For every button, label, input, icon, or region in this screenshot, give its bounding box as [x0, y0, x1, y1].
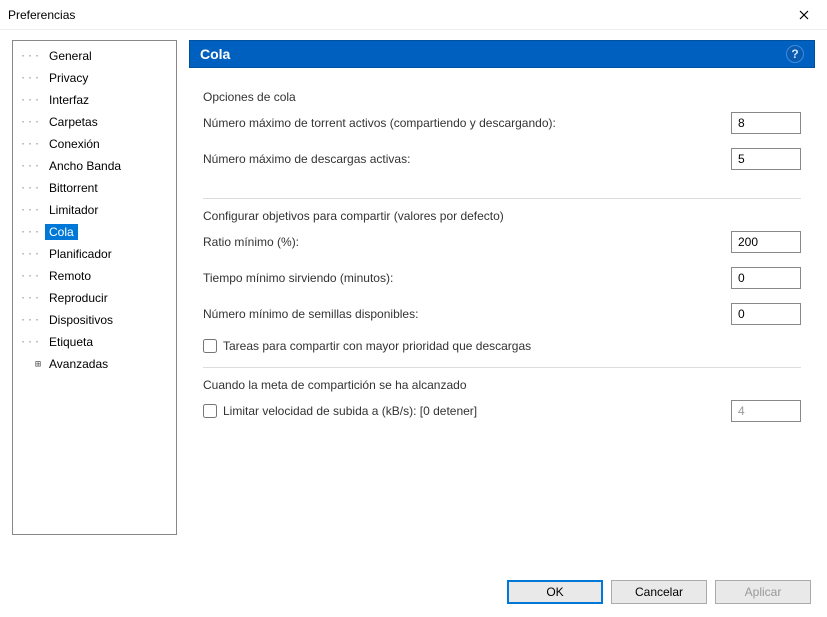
sidebar-item-planificador[interactable]: ··· Planificador: [13, 243, 176, 265]
sidebar-item-reproducir[interactable]: ··· Reproducir: [13, 287, 176, 309]
sidebar-item-ancho-banda[interactable]: ··· Ancho Banda: [13, 155, 176, 177]
tree-connector-icon: ···: [19, 73, 41, 84]
sidebar-item-label: Bittorrent: [45, 180, 102, 196]
sidebar-item-label: Avanzadas: [45, 356, 112, 372]
sidebar-item-label: Ancho Banda: [45, 158, 125, 174]
preferences-window: Preferencias ··· General ··· Privacy ··· Inte…: [0, 0, 827, 617]
group-title-goal: Cuando la meta de compartición se ha alc…: [203, 378, 801, 392]
expand-icon[interactable]: ⊞: [19, 359, 41, 370]
max-active-label: Número máximo de torrent activos (compar…: [203, 116, 731, 130]
max-downloads-input[interactable]: [731, 148, 801, 170]
panel-header: Cola ?: [189, 40, 815, 68]
priority-label: Tareas para compartir con mayor priorida…: [223, 339, 531, 353]
sidebar-item-label: Cola: [45, 224, 78, 240]
tree-connector-icon: ···: [19, 51, 41, 62]
sidebar-item-label: Remoto: [45, 268, 95, 284]
sidebar-item-limitador[interactable]: ··· Limitador: [13, 199, 176, 221]
sidebar-item-label: Dispositivos: [45, 312, 117, 328]
tree-connector-icon: ···: [19, 205, 41, 216]
close-icon[interactable]: [789, 0, 819, 30]
sidebar-item-cola[interactable]: ··· Cola: [13, 221, 176, 243]
content-area: ··· General ··· Privacy ··· Interfaz ··· Carpet…: [0, 30, 827, 567]
tree-connector-icon: ···: [19, 95, 41, 106]
limit-upload-label: Limitar velocidad de subida a (kB/s): [0…: [223, 404, 725, 418]
sidebar-item-label: Limitador: [45, 202, 102, 218]
sidebar-item-label: Conexión: [45, 136, 104, 152]
tree-connector-icon: ···: [19, 183, 41, 194]
sidebar-item-label: Privacy: [45, 70, 92, 86]
sidebar-item-bittorrent[interactable]: ··· Bittorrent: [13, 177, 176, 199]
sidebar-item-label: Planificador: [45, 246, 116, 262]
tree-connector-icon: ···: [19, 161, 41, 172]
tree-connector-icon: ···: [19, 227, 41, 238]
panel-title: Cola: [200, 46, 230, 62]
sidebar-item-etiqueta[interactable]: ··· Etiqueta: [13, 331, 176, 353]
priority-checkbox[interactable]: [203, 339, 217, 353]
sidebar-item-carpetas[interactable]: ··· Carpetas: [13, 111, 176, 133]
max-active-input[interactable]: [731, 112, 801, 134]
tree-connector-icon: ···: [19, 249, 41, 260]
limit-upload-input: [731, 400, 801, 422]
ratio-label: Ratio mínimo (%):: [203, 235, 731, 249]
group-title-seeding: Configurar objetivos para compartir (val…: [203, 209, 801, 223]
group-queue-options: Opciones de cola Número máximo de torren…: [203, 80, 801, 199]
main-panel: Cola ? Opciones de cola Número máximo de…: [189, 40, 815, 567]
sidebar-item-privacy[interactable]: ··· Privacy: [13, 67, 176, 89]
panel-body: Opciones de cola Número máximo de torren…: [189, 68, 815, 462]
min-seeds-input[interactable]: [731, 303, 801, 325]
tree-connector-icon: ···: [19, 337, 41, 348]
group-seeding-goals: Configurar objetivos para compartir (val…: [203, 199, 801, 368]
tree-connector-icon: ···: [19, 271, 41, 282]
sidebar-item-conexión[interactable]: ··· Conexión: [13, 133, 176, 155]
seed-time-label: Tiempo mínimo sirviendo (minutos):: [203, 271, 731, 285]
sidebar-tree[interactable]: ··· General ··· Privacy ··· Interfaz ··· Carpet…: [12, 40, 177, 535]
sidebar-item-avanzadas[interactable]: ⊞ Avanzadas: [13, 353, 176, 375]
help-icon[interactable]: ?: [786, 45, 804, 63]
sidebar-item-label: Reproducir: [45, 290, 112, 306]
window-title: Preferencias: [8, 8, 789, 22]
tree-connector-icon: ···: [19, 293, 41, 304]
tree-connector-icon: ···: [19, 315, 41, 326]
group-title-queue: Opciones de cola: [203, 90, 801, 104]
max-downloads-label: Número máximo de descargas activas:: [203, 152, 731, 166]
button-bar: OK Cancelar Aplicar: [0, 567, 827, 617]
cancel-button[interactable]: Cancelar: [611, 580, 707, 604]
seed-time-input[interactable]: [731, 267, 801, 289]
sidebar-item-dispositivos[interactable]: ··· Dispositivos: [13, 309, 176, 331]
sidebar-item-remoto[interactable]: ··· Remoto: [13, 265, 176, 287]
sidebar-item-interfaz[interactable]: ··· Interfaz: [13, 89, 176, 111]
titlebar: Preferencias: [0, 0, 827, 30]
sidebar-item-label: Carpetas: [45, 114, 102, 130]
tree-connector-icon: ···: [19, 117, 41, 128]
sidebar-item-general[interactable]: ··· General: [13, 45, 176, 67]
tree-connector-icon: ···: [19, 139, 41, 150]
ok-button[interactable]: OK: [507, 580, 603, 604]
limit-upload-checkbox[interactable]: [203, 404, 217, 418]
min-seeds-label: Número mínimo de semillas disponibles:: [203, 307, 731, 321]
sidebar-item-label: Interfaz: [45, 92, 93, 108]
sidebar-item-label: General: [45, 48, 96, 64]
ratio-input[interactable]: [731, 231, 801, 253]
sidebar-item-label: Etiqueta: [45, 334, 97, 350]
group-goal-reached: Cuando la meta de compartición se ha alc…: [203, 368, 801, 450]
apply-button[interactable]: Aplicar: [715, 580, 811, 604]
